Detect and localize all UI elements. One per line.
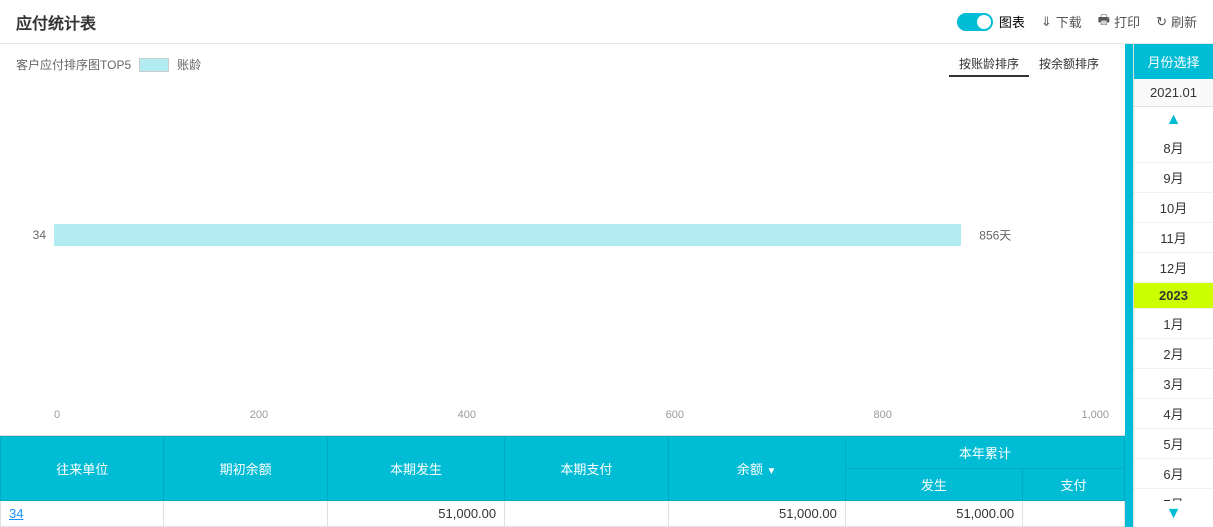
chart-sort-buttons: 按账龄排序 按余额排序 (949, 52, 1109, 77)
sidebar-month-12[interactable]: 12月 (1134, 253, 1213, 283)
chart-toggle-label: 图表 (999, 12, 1025, 31)
td-current-pay (505, 501, 668, 527)
sidebar-month-2[interactable]: 2月 (1134, 339, 1213, 369)
bar-label: 34 (16, 228, 46, 242)
unit-link[interactable]: 34 (9, 506, 23, 521)
download-label: 下载 (1056, 12, 1082, 31)
legend-title: 客户应付排序图TOP5 (16, 56, 131, 73)
scroll-down-button[interactable]: ▼ (1134, 501, 1213, 527)
x-tick-400: 400 (458, 409, 476, 421)
header-actions: 图表 ⇓ 下载 🖶 打印 ↻ 刷新 (957, 11, 1197, 33)
download-icon: ⇓ (1041, 14, 1052, 30)
bar-fill: 856天 (54, 224, 961, 246)
sidebar-month-3[interactable]: 3月 (1134, 369, 1213, 399)
chart-body: 34 856天 0 200 (0, 85, 1125, 435)
sidebar-month-9[interactable]: 9月 (1134, 163, 1213, 193)
bar-wrapper: 856天 (54, 224, 1109, 246)
x-axis: 0 200 400 600 800 1,000 (16, 405, 1109, 425)
header: 应付统计表 图表 ⇓ 下载 🖶 打印 ↻ 刷新 (0, 0, 1213, 44)
sidebar-month-4[interactable]: 4月 (1134, 399, 1213, 429)
up-arrow-icon: ▲ (1166, 111, 1182, 129)
td-current-occur: 51,000.00 (327, 501, 504, 527)
td-balance: 51,000.00 (668, 501, 845, 527)
x-tick-800: 800 (874, 409, 892, 421)
down-arrow-icon: ▼ (1166, 505, 1182, 523)
sidebar-month-5[interactable]: 5月 (1134, 429, 1213, 459)
bar-end-label: 856天 (979, 227, 1011, 244)
chart-section: 客户应付排序图TOP5 账龄 按账龄排序 按余额排序 (0, 44, 1125, 527)
download-button[interactable]: ⇓ 下载 (1041, 12, 1082, 31)
sidebar-month-7[interactable]: 7月 (1134, 489, 1213, 501)
chart-legend: 客户应付排序图TOP5 账龄 (16, 56, 201, 73)
td-unit: 34 (1, 501, 164, 527)
th-opening: 期初余额 (164, 437, 327, 501)
table-section: 往来单位 期初余额 本期发生 本期支付 余额 ▼ 本年累计 发生 (0, 435, 1125, 527)
table-row: 34 51,000.00 51,000.00 51,000.00 (1, 501, 1125, 527)
chart-toggle-container[interactable]: 图表 (957, 12, 1025, 31)
sort-by-amount-btn[interactable]: 按余额排序 (1029, 52, 1109, 77)
x-tick-0: 0 (54, 409, 60, 421)
sidebar-months-list: 8月 9月 10月 11月 12月 2023 1月 2月 3月 4月 5月 6月… (1134, 133, 1213, 501)
sidebar-month-10[interactable]: 10月 (1134, 193, 1213, 223)
main-content: 客户应付排序图TOP5 账龄 按账龄排序 按余额排序 (0, 44, 1213, 527)
refresh-button[interactable]: ↻ 刷新 (1156, 12, 1197, 31)
th-balance: 余额 ▼ (668, 437, 845, 501)
bar-row: 34 856天 (16, 215, 1109, 255)
sidebar: 月份选择 ▲ 8月 9月 10月 11月 12月 2023 1月 2月 3月 4… (1133, 44, 1213, 527)
td-ytd-occur: 51,000.00 (845, 501, 1022, 527)
td-ytd-pay (1023, 501, 1125, 527)
th-current-occur: 本期发生 (327, 437, 504, 501)
th-ytd-occur: 发生 (845, 469, 1022, 501)
th-ytd-pay: 支付 (1023, 469, 1125, 501)
page-container: 应付统计表 图表 ⇓ 下载 🖶 打印 ↻ 刷新 (0, 0, 1213, 527)
sidebar-header: 月份选择 (1134, 44, 1213, 79)
sort-by-balance-btn[interactable]: 按账龄排序 (949, 52, 1029, 77)
x-tick-1000: 1,000 (1081, 409, 1109, 421)
scroll-up-button[interactable]: ▲ (1134, 107, 1213, 133)
refresh-label: 刷新 (1171, 12, 1197, 31)
page-title: 应付统计表 (16, 10, 96, 34)
chart-area: 34 856天 0 200 (16, 95, 1109, 405)
bar-chart: 34 856天 (16, 95, 1109, 405)
sidebar-month-8[interactable]: 8月 (1134, 133, 1213, 163)
print-button[interactable]: 🖶 打印 (1098, 11, 1140, 33)
sidebar-month-11[interactable]: 11月 (1134, 223, 1213, 253)
year-input[interactable] (1134, 79, 1213, 107)
legend-label: 账龄 (177, 56, 201, 73)
th-current-pay: 本期支付 (505, 437, 668, 501)
sidebar-month-1[interactable]: 1月 (1134, 309, 1213, 339)
sidebar-year-2023[interactable]: 2023 (1134, 283, 1213, 309)
legend-box (139, 58, 169, 72)
th-unit: 往来单位 (1, 437, 164, 501)
x-tick-600: 600 (666, 409, 684, 421)
chart-header: 客户应付排序图TOP5 账龄 按账龄排序 按余额排序 (0, 44, 1125, 85)
td-opening (164, 501, 327, 527)
chart-toggle[interactable] (957, 13, 993, 31)
refresh-icon: ↻ (1156, 14, 1167, 30)
sidebar-divider[interactable] (1125, 44, 1133, 527)
print-label: 打印 (1114, 12, 1140, 31)
x-tick-200: 200 (250, 409, 268, 421)
data-table: 往来单位 期初余额 本期发生 本期支付 余额 ▼ 本年累计 发生 (0, 436, 1125, 527)
th-ytd: 本年累计 (845, 437, 1124, 469)
sidebar-month-6[interactable]: 6月 (1134, 459, 1213, 489)
print-icon: 🖶 (1098, 11, 1110, 33)
